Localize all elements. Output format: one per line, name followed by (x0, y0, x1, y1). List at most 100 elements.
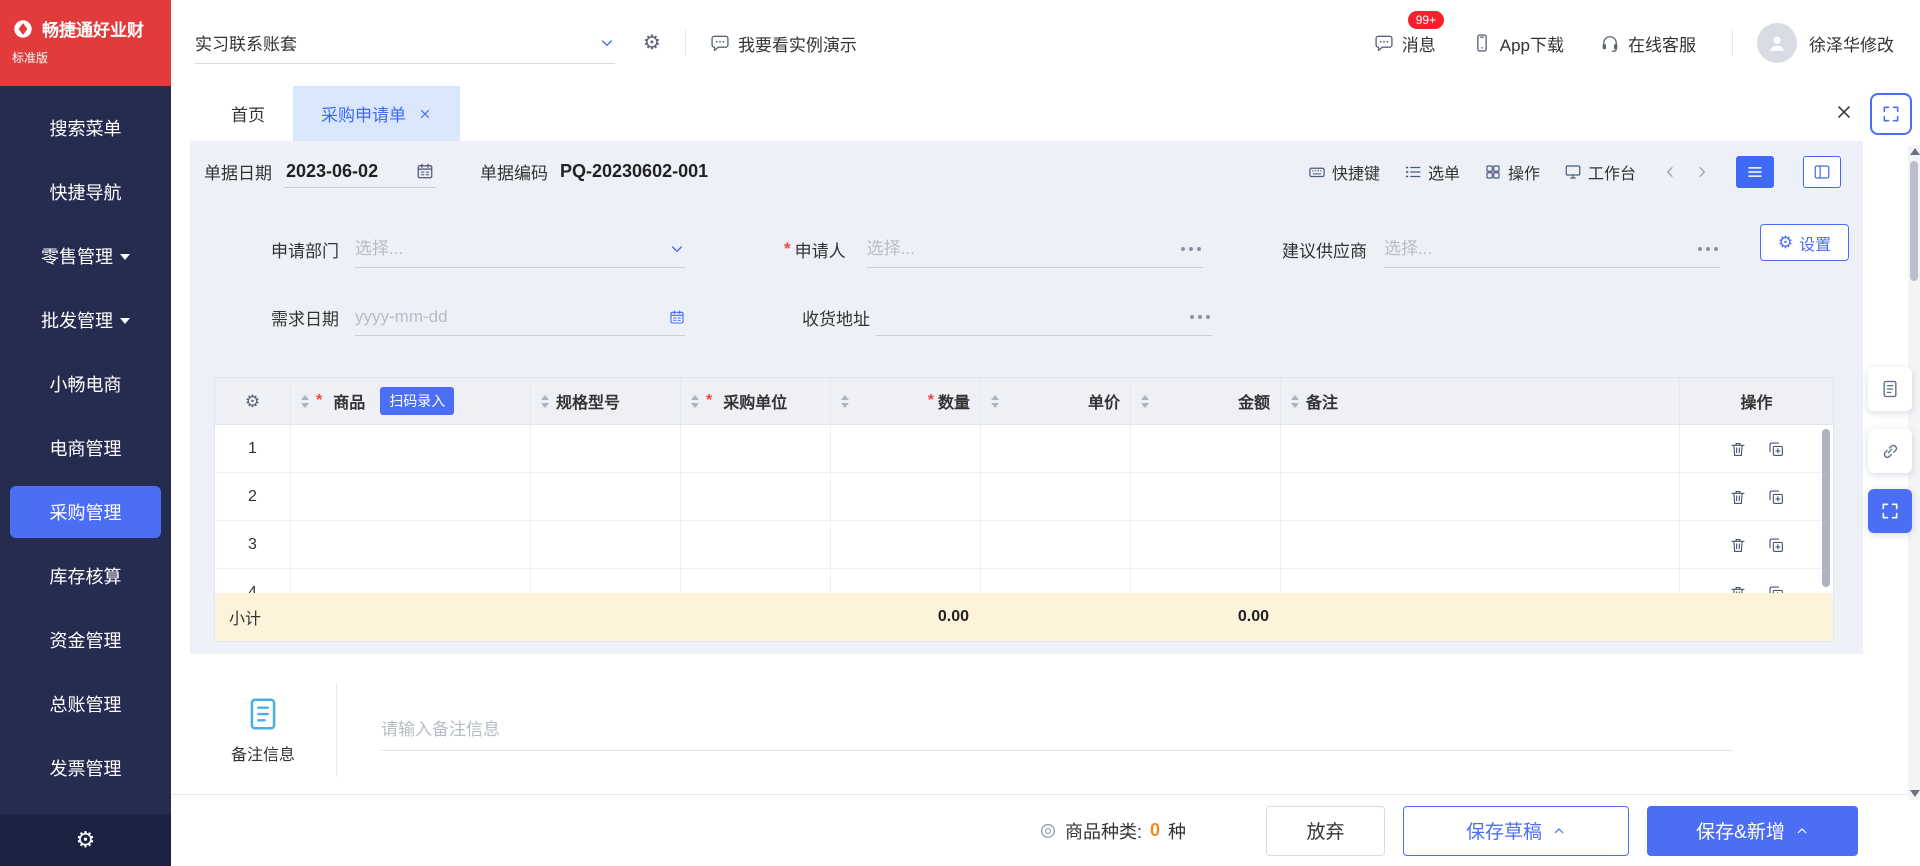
sort-icon[interactable] (841, 394, 849, 408)
tab-close-icon[interactable] (418, 107, 432, 121)
online-service-button[interactable]: 在线客服 (1600, 31, 1696, 56)
messages-button[interactable]: 消息 99+ (1374, 10, 1445, 56)
cell-qty[interactable] (831, 569, 981, 593)
table-scrollbar-thumb[interactable] (1822, 429, 1830, 587)
applicant-input[interactable] (866, 238, 1173, 259)
cell-price[interactable] (981, 521, 1131, 568)
need-date-picker[interactable] (355, 298, 685, 336)
float-doc-button[interactable] (1868, 367, 1912, 411)
delete-row-icon[interactable] (1729, 584, 1747, 594)
department-select[interactable] (355, 230, 685, 268)
workbench-button[interactable]: 工作台 (1564, 160, 1636, 184)
user-name[interactable]: 徐泽华修改 (1809, 31, 1894, 56)
sidebar-item-xiaochang-ecom[interactable]: 小畅电商 (0, 352, 171, 416)
column-header-settings[interactable]: ⚙ (215, 378, 291, 424)
column-header-spec[interactable]: 规格型号 (531, 378, 681, 424)
column-header-price[interactable]: 单价 (981, 378, 1131, 424)
cell-amount[interactable] (1131, 521, 1281, 568)
cell-amount[interactable] (1131, 425, 1281, 472)
settings-button[interactable]: ⚙ 设置 (1760, 224, 1849, 261)
sidebar-item-invoice[interactable]: 发票管理 (0, 736, 171, 800)
sidebar-item-wholesale[interactable]: 批发管理 (0, 288, 171, 352)
page-scrollbar[interactable] (1908, 145, 1920, 800)
cell-spec[interactable] (531, 425, 681, 472)
pick-order-button[interactable]: 选单 (1404, 160, 1460, 184)
cell-remark[interactable] (1281, 521, 1680, 568)
tab-purchase-request[interactable]: 采购申请单 (293, 86, 460, 141)
cell-product[interactable] (291, 521, 531, 568)
save-and-new-button[interactable]: 保存&新增 (1647, 805, 1858, 856)
cell-price[interactable] (981, 569, 1131, 593)
delete-row-icon[interactable] (1729, 440, 1747, 458)
sidebar-item-ecommerce[interactable]: 电商管理 (0, 416, 171, 480)
chevron-down-icon[interactable] (669, 241, 685, 257)
cell-qty[interactable] (831, 425, 981, 472)
sort-icon[interactable] (1141, 394, 1149, 408)
copy-row-icon[interactable] (1767, 488, 1785, 506)
cell-price[interactable] (981, 425, 1131, 472)
cell-product[interactable] (291, 473, 531, 520)
cell-amount[interactable] (1131, 473, 1281, 520)
column-header-product[interactable]: * 商品 扫码录入 (291, 378, 531, 424)
sidebar-item-retail[interactable]: 零售管理 (0, 224, 171, 288)
column-header-remark[interactable]: 备注 (1281, 378, 1680, 424)
header-gear-icon[interactable]: ⚙ (643, 33, 661, 53)
sort-icon[interactable] (1291, 394, 1299, 408)
sidebar-item-search-menu[interactable]: 搜索菜单 (0, 96, 171, 160)
sidebar-item-quick-nav[interactable]: 快捷导航 (0, 160, 171, 224)
cell-unit[interactable] (681, 425, 831, 472)
cell-spec[interactable] (531, 569, 681, 593)
sort-icon[interactable] (691, 394, 699, 408)
save-draft-button[interactable]: 保存草稿 (1403, 805, 1629, 856)
delete-row-icon[interactable] (1729, 488, 1747, 506)
discard-button[interactable]: 放弃 (1266, 805, 1385, 856)
fullscreen-toggle[interactable] (1870, 93, 1912, 135)
copy-row-icon[interactable] (1767, 536, 1785, 554)
float-link-button[interactable] (1868, 429, 1912, 473)
column-header-unit[interactable]: * 采购单位 (681, 378, 831, 424)
cell-amount[interactable] (1131, 569, 1281, 593)
cell-remark[interactable] (1281, 425, 1680, 472)
scroll-down-arrow[interactable] (1910, 790, 1920, 797)
sort-icon[interactable] (991, 394, 999, 408)
supplier-input[interactable] (1384, 238, 1690, 259)
chevron-left-icon[interactable] (1662, 164, 1678, 180)
ellipsis-picker-icon[interactable] (1696, 243, 1720, 255)
actions-button[interactable]: 操作 (1484, 160, 1540, 184)
cell-spec[interactable] (531, 521, 681, 568)
column-header-qty[interactable]: * 数量 (831, 378, 981, 424)
cell-unit[interactable] (681, 569, 831, 593)
copy-row-icon[interactable] (1767, 584, 1785, 594)
cell-product[interactable] (291, 425, 531, 472)
delete-row-icon[interactable] (1729, 536, 1747, 554)
copy-row-icon[interactable] (1767, 440, 1785, 458)
ellipsis-picker-icon[interactable] (1188, 311, 1212, 323)
sidebar-item-funds[interactable]: 资金管理 (0, 608, 171, 672)
cell-spec[interactable] (531, 473, 681, 520)
cell-unit[interactable] (681, 521, 831, 568)
remark-input[interactable] (381, 719, 1733, 740)
cell-unit[interactable] (681, 473, 831, 520)
sidebar-item-purchase[interactable]: 采购管理 (10, 486, 161, 538)
tab-home[interactable]: 首页 (203, 86, 293, 141)
calendar-icon[interactable] (669, 309, 685, 325)
user-avatar[interactable] (1757, 23, 1797, 63)
list-view-toggle[interactable] (1736, 155, 1774, 188)
app-download-button[interactable]: App下载 (1472, 31, 1564, 56)
page-scrollbar-thumb[interactable] (1910, 161, 1918, 281)
doc-date-field[interactable]: 2023-06-02 (284, 156, 436, 188)
cell-remark[interactable] (1281, 569, 1680, 593)
split-view-toggle[interactable] (1803, 155, 1841, 188)
sort-icon[interactable] (301, 394, 309, 408)
sidebar-item-inventory[interactable]: 库存核算 (0, 544, 171, 608)
address-input[interactable] (876, 306, 1182, 327)
demo-link[interactable]: 我要看实例演示 (710, 31, 857, 56)
column-header-amount[interactable]: 金额 (1131, 378, 1281, 424)
float-expand-button[interactable] (1868, 489, 1912, 533)
cell-product[interactable] (291, 569, 531, 593)
supplier-select[interactable] (1384, 230, 1720, 268)
ellipsis-picker-icon[interactable] (1179, 243, 1203, 255)
sidebar-item-ledger[interactable]: 总账管理 (0, 672, 171, 736)
account-set-select[interactable]: 实习联系账套 (195, 22, 615, 64)
close-tab-button[interactable] (1834, 102, 1854, 122)
